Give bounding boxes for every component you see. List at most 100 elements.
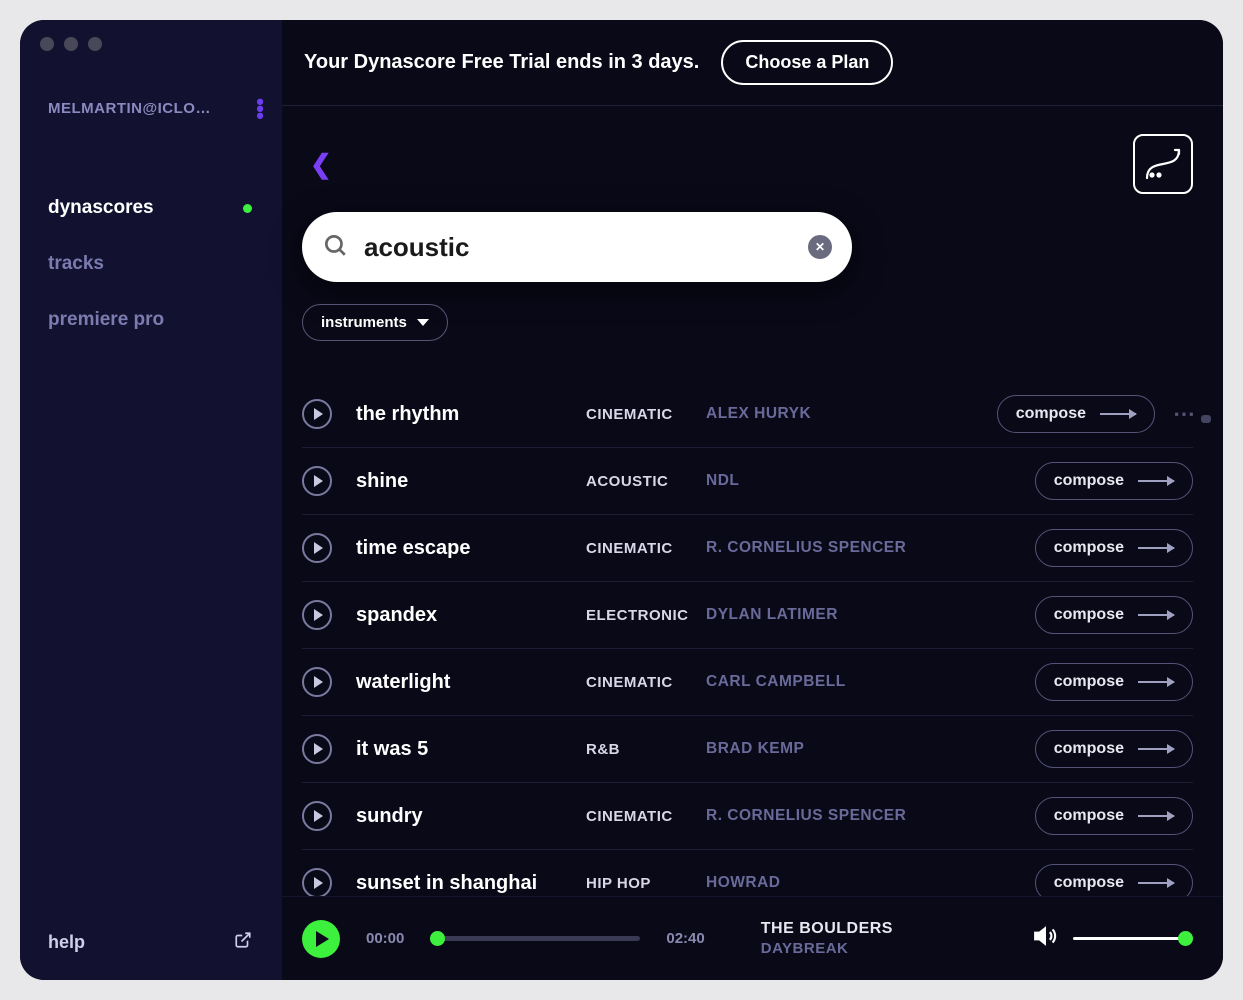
track-row: waterlightCINEMATICCARL CAMPBELLcompose <box>302 649 1193 716</box>
compose-label: compose <box>1054 539 1124 557</box>
track-row: it was 5R&BBRAD KEMP compose <box>302 716 1193 783</box>
banner-text: Your Dynascore Free Trial ends in 3 days… <box>304 51 699 74</box>
window-controls <box>20 20 102 68</box>
compose-button[interactable]: compose <box>1035 730 1193 768</box>
clear-search-icon[interactable] <box>808 235 832 259</box>
track-row: sunset in shanghaiHIP HOPHOWRADcompose <box>302 850 1193 896</box>
back-icon[interactable]: ❮ <box>302 145 340 184</box>
kebab-menu-icon[interactable]: ••• <box>256 98 262 119</box>
play-track-button[interactable] <box>302 533 332 563</box>
play-icon <box>314 810 323 822</box>
compose-label: compose <box>1054 606 1124 624</box>
compose-button[interactable]: compose <box>997 395 1155 433</box>
track-artist: R. CORNELIUS SPENCER <box>706 807 1035 825</box>
compose-button[interactable]: compose <box>1035 864 1193 896</box>
compose-button[interactable]: compose <box>1035 596 1193 634</box>
track-title: waterlight <box>356 671 586 694</box>
volume-slider[interactable] <box>1073 937 1193 940</box>
volume-control <box>1033 923 1193 954</box>
track-artist: R. CORNELIUS SPENCER <box>706 539 1035 557</box>
track-genre: R&B <box>586 741 706 758</box>
track-genre: CINEMATIC <box>586 540 706 557</box>
sidebar-item-dynascores[interactable]: dynascores <box>20 187 282 229</box>
trial-banner: Your Dynascore Free Trial ends in 3 days… <box>282 20 1223 106</box>
top-row: ❮ <box>282 106 1223 194</box>
zoom-dot[interactable] <box>88 37 102 51</box>
track-title: shine <box>356 470 586 493</box>
close-dot[interactable] <box>40 37 54 51</box>
external-link-icon <box>234 931 252 954</box>
search-input[interactable] <box>364 232 792 263</box>
sidebar-item-label: dynascores <box>48 197 154 219</box>
scrollbar[interactable] <box>1201 415 1211 423</box>
play-button[interactable] <box>302 920 340 958</box>
track-artist: DYLAN LATIMER <box>706 606 1035 624</box>
track-genre: ACOUSTIC <box>586 473 706 490</box>
compose-button[interactable]: compose <box>1035 462 1193 500</box>
volume-icon[interactable] <box>1033 923 1059 954</box>
compose-label: compose <box>1054 807 1124 825</box>
track-title: spandex <box>356 604 586 627</box>
play-track-button[interactable] <box>302 801 332 831</box>
arrow-right-icon <box>1138 681 1174 683</box>
compose-button[interactable]: compose <box>1035 529 1193 567</box>
track-title: sundry <box>356 805 586 828</box>
instruments-filter[interactable]: instruments <box>302 304 448 341</box>
help-link[interactable]: help <box>20 905 282 980</box>
app-body: MELMARTIN@ICLO… ••• dynascores tracks pr… <box>20 20 1223 980</box>
arrow-right-icon <box>1138 480 1174 482</box>
progress-handle[interactable] <box>430 931 445 946</box>
now-playing-subtitle: DAYBREAK <box>761 940 1007 957</box>
track-row: sundryCINEMATICR. CORNELIUS SPENCERcompo… <box>302 783 1193 850</box>
play-track-button[interactable] <box>302 466 332 496</box>
play-track-button[interactable] <box>302 667 332 697</box>
compose-label: compose <box>1016 405 1086 423</box>
sidebar-item-premiere-pro[interactable]: premiere pro <box>20 299 282 341</box>
progress-bar[interactable] <box>430 936 640 941</box>
minimize-dot[interactable] <box>64 37 78 51</box>
track-artist: NDL <box>706 472 1035 490</box>
play-track-button[interactable] <box>302 600 332 630</box>
play-icon <box>314 475 323 487</box>
compose-button[interactable]: compose <box>1035 797 1193 835</box>
track-artist: CARL CAMPBELL <box>706 673 1035 691</box>
arrow-right-icon <box>1138 882 1174 884</box>
play-icon <box>314 877 323 889</box>
chevron-down-icon <box>417 319 429 326</box>
play-track-button[interactable] <box>302 734 332 764</box>
sidebar-item-label: tracks <box>48 253 104 275</box>
track-artist: ALEX HURYK <box>706 405 997 423</box>
app-window: MELMARTIN@ICLO… ••• dynascores tracks pr… <box>20 20 1223 980</box>
play-icon <box>314 676 323 688</box>
compose-label: compose <box>1054 472 1124 490</box>
sidebar-nav: dynascores tracks premiere pro <box>20 187 282 341</box>
track-title: sunset in shanghai <box>356 872 586 895</box>
user-row: MELMARTIN@ICLO… ••• <box>20 90 282 127</box>
filter-row: instruments <box>282 282 1223 351</box>
active-indicator-icon <box>243 204 252 213</box>
arrow-right-icon <box>1138 614 1174 616</box>
play-track-button[interactable] <box>302 868 332 896</box>
track-row: spandexELECTRONICDYLAN LATIMERcompose <box>302 582 1193 649</box>
volume-handle[interactable] <box>1178 931 1193 946</box>
help-label: help <box>48 932 85 953</box>
play-icon <box>314 743 323 755</box>
search-box <box>302 212 852 282</box>
arrow-right-icon <box>1100 413 1136 415</box>
track-title: it was 5 <box>356 738 586 761</box>
track-artist: BRAD KEMP <box>706 740 1035 758</box>
play-track-button[interactable] <box>302 399 332 429</box>
sidebar-item-tracks[interactable]: tracks <box>20 243 282 285</box>
track-title: time escape <box>356 537 586 560</box>
arrow-right-icon <box>1138 547 1174 549</box>
choose-plan-button[interactable]: Choose a Plan <box>721 40 893 85</box>
main-content: Your Dynascore Free Trial ends in 3 days… <box>282 20 1223 980</box>
player-bar: 00:00 02:40 THE BOULDERS DAYBREAK <box>282 896 1223 980</box>
now-playing: THE BOULDERS DAYBREAK <box>761 920 1007 957</box>
compose-button[interactable]: compose <box>1035 663 1193 701</box>
now-playing-title: THE BOULDERS <box>761 920 1007 938</box>
track-genre: HIP HOP <box>586 875 706 892</box>
play-icon <box>314 408 323 420</box>
user-email: MELMARTIN@ICLO… <box>48 100 211 117</box>
compose-label: compose <box>1054 740 1124 758</box>
